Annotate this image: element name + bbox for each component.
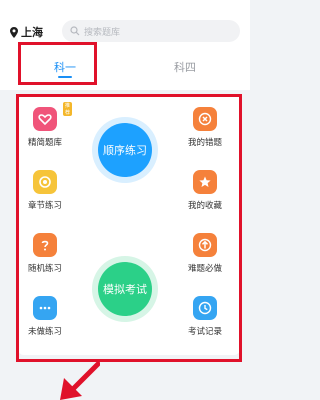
- star-icon: [193, 170, 217, 194]
- location-selector[interactable]: 上海: [10, 24, 43, 40]
- search-placeholder: 搜索题库: [84, 27, 121, 38]
- menu-item-label: 我的收藏: [187, 201, 222, 211]
- location-label: 上海: [21, 26, 43, 39]
- mock-exam-button[interactable]: 模拟考试: [98, 262, 152, 316]
- menu-item-weizuo-lianxi[interactable]: 未做练习: [20, 296, 70, 337]
- menu-item-label: 考试记录: [187, 327, 222, 337]
- menu-item-jingjian-tiku[interactable]: 推荐 精简题库: [20, 102, 73, 148]
- menu-item-wode-shoucang[interactable]: 我的收藏: [180, 170, 230, 211]
- menu-item-kaoshi-jilu[interactable]: 考试记录: [180, 296, 230, 337]
- target-icon: [33, 170, 57, 194]
- recommend-badge: 推荐: [63, 102, 73, 116]
- highlight-box-tab: [18, 42, 97, 85]
- search-icon: [70, 26, 80, 36]
- heart-icon: 推荐: [33, 102, 73, 131]
- ellipsis-icon: [33, 296, 57, 320]
- question-icon: [33, 233, 57, 257]
- menu-item-nanti-bizuo[interactable]: 难题必做: [180, 233, 230, 274]
- menu-item-label: 随机练习: [27, 264, 62, 274]
- menu-item-label: 我的错题: [187, 138, 222, 148]
- red-pointer-arrow-icon: [60, 361, 100, 400]
- menu-item-zhangjie-lianxi[interactable]: 章节练习: [20, 170, 70, 211]
- sequential-practice-button[interactable]: 顺序练习: [98, 123, 152, 177]
- close-icon: [193, 107, 217, 131]
- menu-item-label: 未做练习: [27, 327, 62, 337]
- search-input[interactable]: 搜索题库: [62, 20, 240, 42]
- location-pin-icon: [10, 26, 18, 38]
- menu-item-suiji-lianxi[interactable]: 随机练习: [20, 233, 70, 274]
- clock-icon: [193, 296, 217, 320]
- mock-exam-label: 模拟考试: [103, 283, 147, 296]
- menu-item-wode-cuoti[interactable]: 我的错题: [180, 107, 230, 148]
- sequential-practice-label: 顺序练习: [103, 144, 147, 157]
- menu-item-label: 难题必做: [187, 264, 222, 274]
- tab-ke-si-label: 科四: [174, 61, 196, 74]
- upload-icon: [193, 233, 217, 257]
- menu-item-label: 章节练习: [27, 201, 62, 211]
- menu-item-label: 精简题库: [27, 138, 62, 148]
- tab-ke-si[interactable]: 科四: [150, 52, 220, 80]
